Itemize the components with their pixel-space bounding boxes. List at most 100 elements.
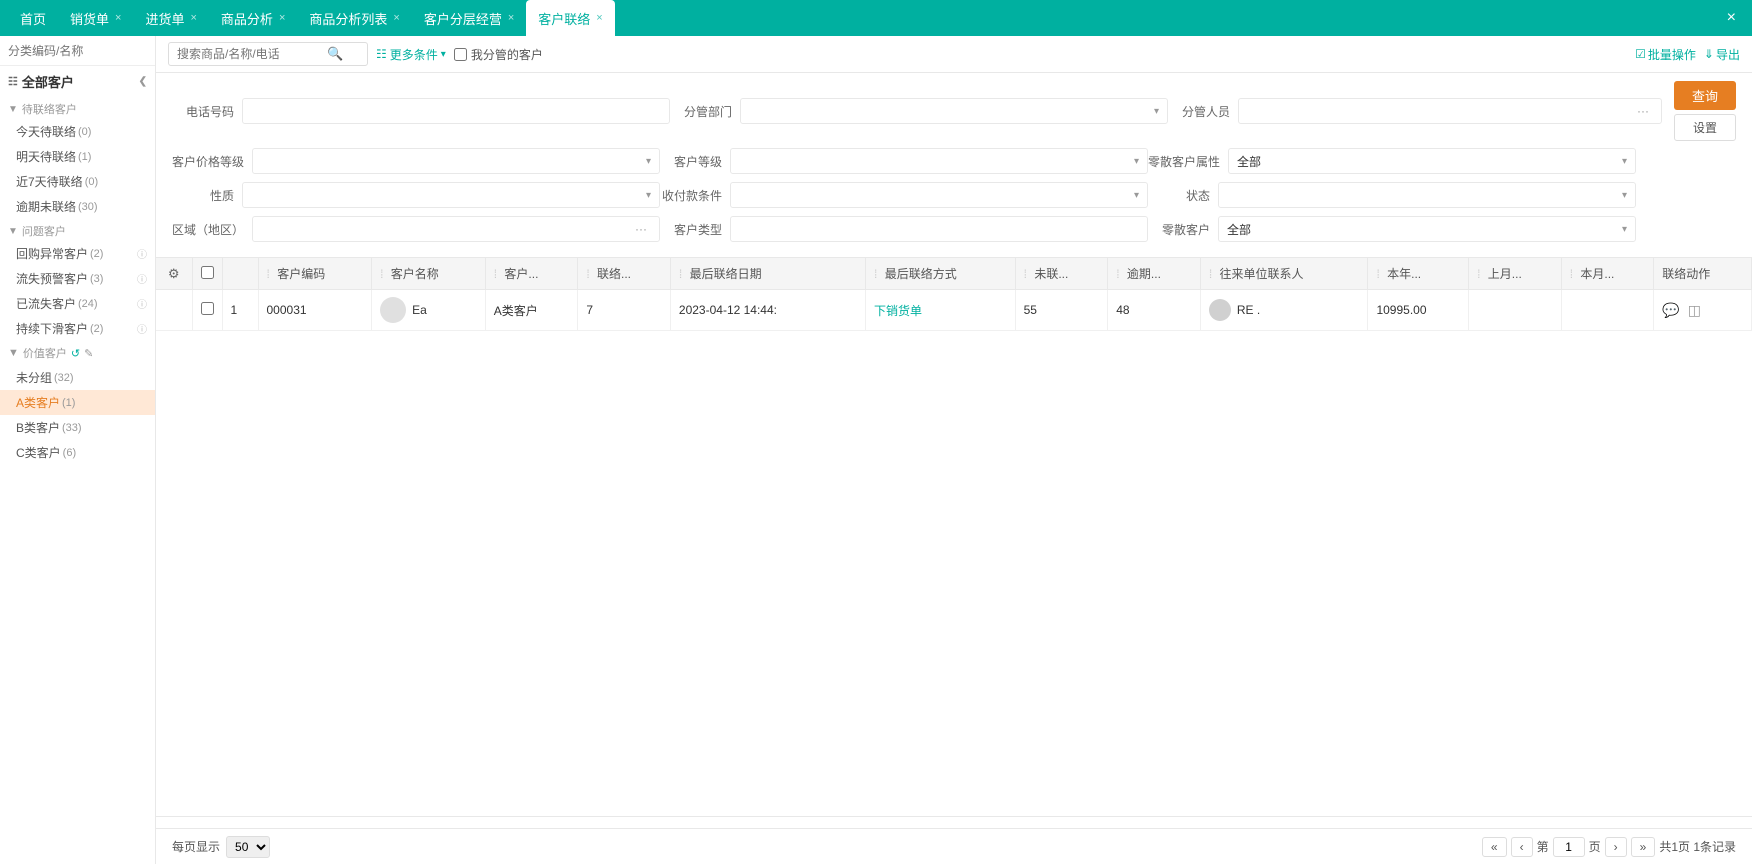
window-close-button[interactable]: × (1719, 5, 1744, 31)
col-index (222, 258, 258, 290)
col-customer-type[interactable]: ⁞ 客户... (485, 258, 578, 290)
sidebar-search-input[interactable] (8, 44, 156, 58)
horizontal-scrollbar-area[interactable] (156, 816, 1752, 828)
qr-action-icon[interactable]: ◫ (1688, 302, 1701, 319)
pending-contact-group[interactable]: ▼ 待联络客户 (0, 97, 155, 119)
close-tab-sales-order[interactable]: × (115, 12, 121, 24)
sidebar-search-box[interactable]: 🔍 (0, 36, 155, 66)
select-all-checkbox[interactable] (201, 266, 214, 279)
col-last-contact-method[interactable]: ⁞ 最后联络方式 (866, 258, 1016, 290)
row-checkbox-cell[interactable] (192, 290, 222, 331)
filter-dept-label: 分管部门 (670, 103, 740, 120)
col-checkbox[interactable] (192, 258, 222, 290)
my-customer-checkbox[interactable] (454, 48, 467, 61)
value-refresh-icon[interactable]: ↺ (71, 347, 80, 360)
sidebar-item-churned[interactable]: 已流失客户 (24) ⓘ (0, 291, 155, 316)
filter-manager-select[interactable]: ··· (1238, 98, 1662, 124)
batch-operation-button[interactable]: ☑ 批量操作 (1635, 46, 1696, 63)
col-this-month[interactable]: ⁞ 本月... (1561, 258, 1654, 290)
col-last-contact-date[interactable]: ⁞ 最后联络日期 (670, 258, 865, 290)
col-gear[interactable]: ⚙ (156, 258, 192, 290)
row-last-contact-method-cell[interactable]: 下销货单 (866, 290, 1016, 331)
value-customers-group[interactable]: ▼ 价值客户 ↺ ✎ (0, 341, 155, 365)
problem-customers-group[interactable]: ▼ 问题客户 (0, 219, 155, 241)
col-customer-code[interactable]: ⁞ 客户编码 (258, 258, 372, 290)
last-page-button[interactable]: » (1631, 837, 1656, 857)
sidebar-item-b-class[interactable]: B类客户 (33) (0, 415, 155, 440)
sidebar-all-customers-header[interactable]: ☷ 全部客户 ❮ (0, 66, 155, 97)
filter-more-button[interactable]: ☷ 更多条件 ▾ (376, 46, 446, 63)
query-button[interactable]: 查询 (1674, 81, 1736, 110)
row-this-month-cell (1561, 290, 1654, 331)
col-overdue[interactable]: ⁞ 逾期... (1108, 258, 1201, 290)
filter-phone-input[interactable] (242, 98, 670, 124)
col-sep-3: ⁞ (494, 267, 497, 281)
close-tab-customer-contact[interactable]: × (596, 12, 602, 24)
col-last-month[interactable]: ⁞ 上月... (1469, 258, 1562, 290)
pending-contact-arrow: ▼ (8, 104, 18, 115)
filter-customer-type-input[interactable] (730, 216, 1148, 242)
value-edit-icon[interactable]: ✎ (84, 347, 93, 360)
close-tab-customer-tier[interactable]: × (508, 12, 514, 24)
filter-dept-select[interactable]: ▾ (740, 98, 1168, 124)
sidebar-item-today-contact[interactable]: 今天待联络 (0) (0, 119, 155, 144)
filter-status-select[interactable]: ▾ (1218, 182, 1636, 208)
sidebar-item-7days-contact[interactable]: 近7天待联络 (0) (0, 169, 155, 194)
next-page-button[interactable]: › (1605, 837, 1627, 857)
my-customer-checkbox-area[interactable]: 我分管的客户 (454, 46, 543, 63)
filter-retail-attr-select[interactable]: 全部 ▾ (1228, 148, 1636, 174)
col-this-year[interactable]: ⁞ 本年... (1368, 258, 1469, 290)
setting-button[interactable]: 设置 (1674, 114, 1736, 141)
filter-retail-customer-select[interactable]: 全部 ▾ (1218, 216, 1636, 242)
first-page-button[interactable]: « (1482, 837, 1507, 857)
export-button[interactable]: ⇓ 导出 (1704, 46, 1740, 63)
sidebar-item-a-class[interactable]: A类客户 (1) (0, 390, 155, 415)
chat-action-icon[interactable]: 💬 (1662, 302, 1679, 319)
sidebar-item-tomorrow-contact[interactable]: 明天待联络 (1) (0, 144, 155, 169)
filter-customer-level-label: 客户等级 (660, 153, 730, 170)
col-unit-contact[interactable]: ⁞ 往来单位联系人 (1200, 258, 1368, 290)
tab-customer-contact[interactable]: 客户联络 × (526, 0, 614, 36)
filter-customer-level-select[interactable]: ▾ (730, 148, 1148, 174)
toolbar-right: ☑ 批量操作 ⇓ 导出 (1635, 46, 1740, 63)
sidebar-item-repurchase-anomaly[interactable]: 回购异常客户 (2) ⓘ (0, 241, 155, 266)
filter-status-arrow: ▾ (1622, 190, 1627, 201)
last-contact-method-link[interactable]: 下销货单 (874, 304, 922, 318)
prev-page-button[interactable]: ‹ (1511, 837, 1533, 857)
filter-arrow-icon: ▾ (441, 49, 446, 60)
sidebar-item-overdue-contact[interactable]: 逾期未联络 (30) (0, 194, 155, 219)
filter-payment-select[interactable]: ▾ (730, 182, 1148, 208)
filter-nature-select[interactable]: ▾ (242, 182, 660, 208)
toolbar-search-icon[interactable]: 🔍 (327, 46, 343, 62)
close-tab-purchase-order[interactable]: × (190, 12, 196, 24)
col-customer-name[interactable]: ⁞ 客户名称 (372, 258, 486, 290)
page-number-input[interactable] (1553, 837, 1585, 857)
toolbar-search-input[interactable] (177, 47, 327, 61)
tab-product-analysis[interactable]: 商品分析 × (209, 0, 297, 36)
col-action: 联络动作 (1654, 258, 1752, 290)
tab-customer-tier[interactable]: 客户分层经营 × (412, 0, 526, 36)
tab-home[interactable]: 首页 (8, 0, 58, 36)
sidebar-item-churn-warning[interactable]: 流失预警客户 (3) ⓘ (0, 266, 155, 291)
col-contact[interactable]: ⁞ 联络... (578, 258, 671, 290)
filter-manager-dots[interactable]: ··· (1633, 104, 1653, 118)
row-uncontacted-cell: 55 (1015, 290, 1108, 331)
row-select-checkbox[interactable] (201, 302, 214, 315)
filter-region-dots[interactable]: ··· (631, 222, 651, 236)
col-sep-7: ⁞ (1024, 267, 1027, 281)
page-size-select[interactable]: 50 (226, 836, 270, 858)
col-uncontacted[interactable]: ⁞ 未联... (1015, 258, 1108, 290)
sidebar-item-c-class[interactable]: C类客户 (6) (0, 440, 155, 465)
tab-product-analysis-list[interactable]: 商品分析列表 × (297, 0, 411, 36)
close-tab-product-analysis-list[interactable]: × (393, 12, 399, 24)
sidebar: 🔍 ☷ 全部客户 ❮ ▼ 待联络客户 今天待联络 (0) 明天待联络 (1) 近… (0, 36, 156, 864)
filter-price-level-select[interactable]: ▾ (252, 148, 660, 174)
sidebar-item-declining[interactable]: 持续下滑客户 (2) ⓘ (0, 316, 155, 341)
sidebar-item-ungrouped[interactable]: 未分组 (32) (0, 365, 155, 390)
close-tab-product-analysis[interactable]: × (279, 12, 285, 24)
tab-purchase-order[interactable]: 进货单 × (133, 0, 208, 36)
filter-region-select[interactable]: ··· (252, 216, 660, 242)
tab-sales-order[interactable]: 销货单 × (58, 0, 133, 36)
table-settings-icon[interactable]: ⚙ (168, 266, 180, 281)
toolbar-search-box[interactable]: 🔍 (168, 42, 368, 66)
